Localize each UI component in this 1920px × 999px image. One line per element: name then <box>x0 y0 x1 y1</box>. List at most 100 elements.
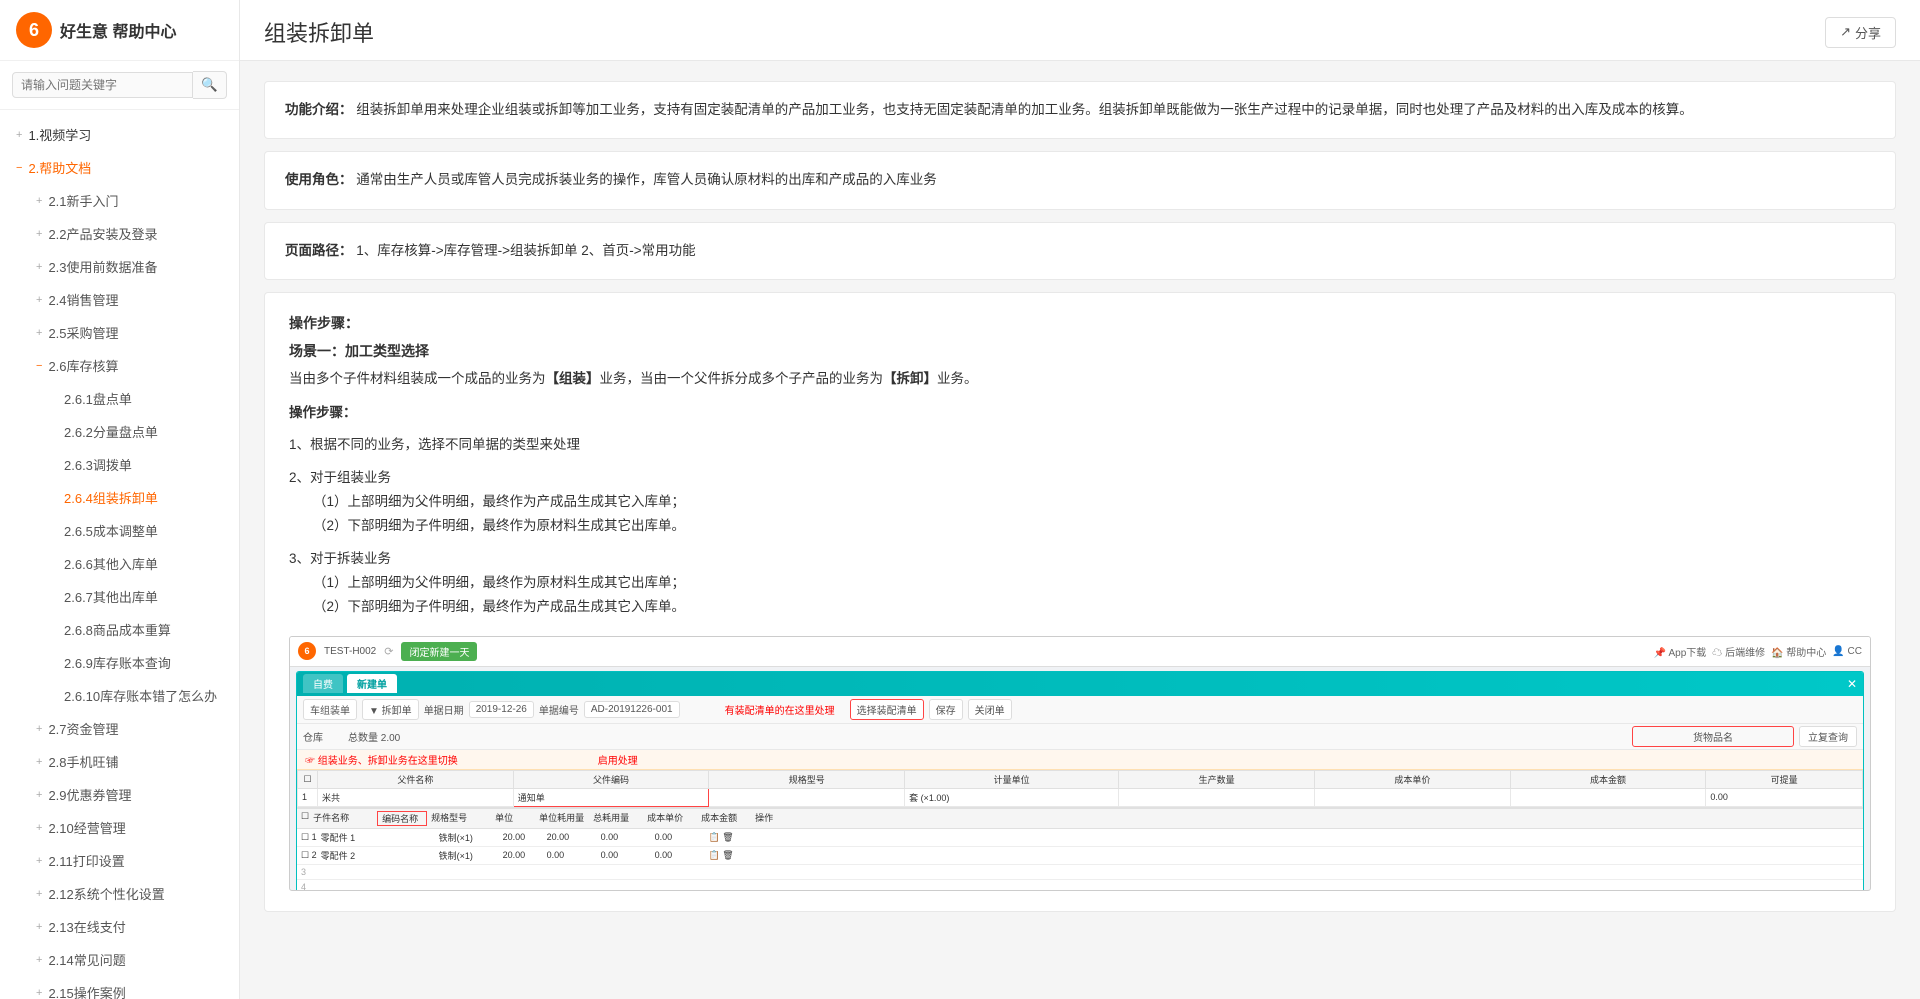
sidebar-item-2-7[interactable]: + 2.7资金管理 <box>28 712 239 745</box>
sidebar-item-2-4-label: 2.4销售管理 <box>48 290 118 309</box>
ss-lower-th-check: ☐ <box>301 811 309 826</box>
sidebar-item-2-14[interactable]: + 2.14常见问题 <box>28 943 239 976</box>
search-button[interactable]: 🔍 <box>193 71 227 99</box>
ss-btn-save2: 保存 <box>929 699 963 720</box>
minus-icon-2-6: − <box>36 360 42 372</box>
sidebar-item-2-6[interactable]: − 2.6库存核算 <box>28 349 239 382</box>
search-input[interactable] <box>12 72 193 98</box>
sidebar-item-2-6-4-label: 2.6.4组装拆卸单 <box>64 488 158 507</box>
ss-icon-1: 📌 App下载 <box>1654 644 1706 659</box>
ss-icon-3: 🏠 帮助中心 <box>1771 644 1826 659</box>
ss-th-qty1: 计量单位 <box>905 770 1119 788</box>
sidebar-item-2-11[interactable]: + 2.11打印设置 <box>28 844 239 877</box>
sidebar-item-2-13[interactable]: + 2.13在线支付 <box>28 910 239 943</box>
ss-app-toolbar: 车组装单 ▼ 拆卸单 单据日期 2019-12-26 单据编号 AD-20191… <box>297 696 1863 724</box>
sidebar-item-2-6-6[interactable]: 2.6.6其他入库单 <box>56 547 239 580</box>
sidebar-item-2-6-5[interactable]: 2.6.5成本调整单 <box>56 514 239 547</box>
ss-btn-type: ▼ 拆卸单 <box>362 699 419 720</box>
function-intro-text: 组装拆卸单用来处理企业组装或拆卸等加工业务，支持有固定装配清单的产品加工业务，也… <box>356 102 1693 117</box>
ss-th-count1: 生产数量 <box>1119 770 1315 788</box>
ss-lower-th-code: 编码名称 <box>377 811 427 826</box>
ss-lr-2-unit: 20.00 <box>503 850 543 860</box>
share-label: 分享 <box>1855 23 1881 42</box>
share-button[interactable]: ↗ 分享 <box>1825 17 1896 48</box>
sidebar-item-2-8[interactable]: + 2.8手机旺铺 <box>28 745 239 778</box>
ss-label-warehouse: 仓库 <box>303 729 323 744</box>
plus-icon-2-4: + <box>36 294 42 306</box>
sidebar-item-2-6-10[interactable]: 2.6.10库存账本错了怎么办 <box>56 679 239 712</box>
ss-row-1: 1 米共 通知单 套 (×1.00) 0.00 <box>298 788 1863 806</box>
sidebar-item-2-15[interactable]: + 2.15操作案例 <box>28 976 239 999</box>
ss-sub-toolbar: 仓库 总数量 2.00 货物品名 立复查询 <box>297 724 1863 750</box>
function-intro-label: 功能介绍： <box>285 102 353 117</box>
ss-lr-1-qty: 20.00 <box>547 832 597 842</box>
ss-lr-1-cost: 0.00 <box>601 832 651 842</box>
ss-btn-bom: 选择装配清单 <box>850 699 924 720</box>
sidebar-item-2-5[interactable]: + 2.5采购管理 <box>28 316 239 349</box>
sidebar-item-2-6-1-label: 2.6.1盘点单 <box>64 389 132 408</box>
share-icon: ↗ <box>1840 24 1851 40</box>
nav-sub-2: + 2.1新手入门 + 2.2产品安装及登录 + 2.3使用前数据准备 + 2.… <box>0 184 239 999</box>
ss-right-icons: 📌 App下载 ☁ 后端维修 🏠 帮助中心 👤 CC <box>1654 644 1862 659</box>
sidebar-item-2-6-10-label: 2.6.10库存账本错了怎么办 <box>64 686 217 705</box>
ss-tab-active: 新建单 <box>347 674 397 693</box>
ss-th-avail1: 可提量 <box>1706 770 1863 788</box>
sidebar-item-2-4[interactable]: + 2.4销售管理 <box>28 283 239 316</box>
sidebar-item-2-6-8-label: 2.6.8商品成本重算 <box>64 620 171 639</box>
ss-th-check: ☐ <box>298 770 318 788</box>
sidebar-item-2-10[interactable]: + 2.10经营管理 <box>28 811 239 844</box>
sidebar-item-2-9[interactable]: + 2.9优惠券管理 <box>28 778 239 811</box>
sidebar-item-2-2[interactable]: + 2.2产品安装及登录 <box>28 217 239 250</box>
ss-cell-1-7 <box>1510 788 1706 806</box>
ss-lower-th-qty-total: 总耗用量 <box>593 811 643 826</box>
app-name: 好生意 帮助中心 <box>60 18 176 42</box>
main-content: 功能介绍： 组装拆卸单用来处理企业组装或拆卸等加工业务，支持有固定装配清单的产品… <box>240 61 1920 999</box>
plus-icon-2-13: + <box>36 921 42 933</box>
sidebar-item-2-6-1[interactable]: 2.6.1盘点单 <box>56 382 239 415</box>
ss-icon-4: 👤 CC <box>1832 646 1862 657</box>
sidebar-item-2-14-label: 2.14常见问题 <box>48 950 125 969</box>
sidebar-item-2-1[interactable]: + 2.1新手入门 <box>28 184 239 217</box>
sidebar-item-2-6-8[interactable]: 2.6.8商品成本重算 <box>56 613 239 646</box>
search-box: 🔍 <box>0 61 239 110</box>
sidebar-item-2-5-label: 2.5采购管理 <box>48 323 118 342</box>
plus-icon-2-10: + <box>36 822 42 834</box>
ss-lr-2-cost: 0.00 <box>601 850 651 860</box>
sidebar-item-2-6-4[interactable]: 2.6.4组装拆卸单 <box>56 481 239 514</box>
sidebar-item-2-6-7[interactable]: 2.6.7其他出库单 <box>56 580 239 613</box>
sidebar-item-2-12[interactable]: + 2.12系统个性化设置 <box>28 877 239 910</box>
scene1-step-1: 1、根据不同的业务，选择不同单据的类型来处理 <box>289 433 1871 457</box>
ss-th-cost1: 成本单价 <box>1314 770 1510 788</box>
main-area: 组装拆卸单 ↗ 分享 功能介绍： 组装拆卸单用来处理企业组装或拆卸等加工业务，支… <box>240 0 1920 999</box>
sidebar-item-2[interactable]: − 2.帮助文档 <box>0 151 239 184</box>
plus-icon-2-14: + <box>36 954 42 966</box>
ss-lr-2-check: ☐ 2 <box>301 850 317 861</box>
ss-lr-2-total: 0.00 <box>655 850 705 860</box>
sidebar-item-2-6-9[interactable]: 2.6.9库存账本查询 <box>56 646 239 679</box>
sidebar-item-2-label: 2.帮助文档 <box>28 158 91 177</box>
ss-hint-row: ☞ 组装业务、拆卸业务在这里切换 启用处理 <box>297 750 1863 770</box>
sidebar-item-2-6-2[interactable]: 2.6.2分量盘点单 <box>56 415 239 448</box>
ss-lr-1-check: ☐ 1 <box>301 832 317 843</box>
sidebar-item-2-6-3[interactable]: 2.6.3调拨单 <box>56 448 239 481</box>
sidebar-item-2-3[interactable]: + 2.3使用前数据准备 <box>28 250 239 283</box>
sidebar-item-1[interactable]: + 1.视频学习 <box>0 118 239 151</box>
plus-icon-2-11: + <box>36 855 42 867</box>
ss-lr-2-name: 零配件 2 <box>321 849 381 862</box>
ss-lower-rows: ☐ 1 零配件 1 铁制(×1) 20.00 20.00 0.00 0.00 📋… <box>297 829 1863 891</box>
plus-icon-2-2: + <box>36 228 42 240</box>
ss-lower-th-unit: 单位 <box>495 811 535 826</box>
sidebar-item-2-6-5-label: 2.6.5成本调整单 <box>64 521 158 540</box>
ss-btn-save: 车组装单 <box>303 699 357 720</box>
ss-cell-1-8: 0.00 <box>1706 788 1863 806</box>
plus-icon-2-7: + <box>36 723 42 735</box>
ss-close-btn: ✕ <box>1847 677 1857 691</box>
steps-container: 操作步骤： 场景一：加工类型选择 当由多个子件材料组装成一个成品的业务为【组装】… <box>264 292 1896 912</box>
ss-lr-2-spec: 铁制(×1) <box>439 849 499 862</box>
plus-icon-2-5: + <box>36 327 42 339</box>
scene1-step-2: 2、对于组装业务 （1）上部明细为父件明细，最终作为产成品生成其它入库单； （2… <box>289 466 1871 539</box>
sidebar-item-2-6-label: 2.6库存核算 <box>48 356 118 375</box>
ss-lr-2-qty: 0.00 <box>547 850 597 860</box>
sidebar-item-2-9-label: 2.9优惠券管理 <box>48 785 131 804</box>
logo-icon: 6 <box>16 12 52 48</box>
